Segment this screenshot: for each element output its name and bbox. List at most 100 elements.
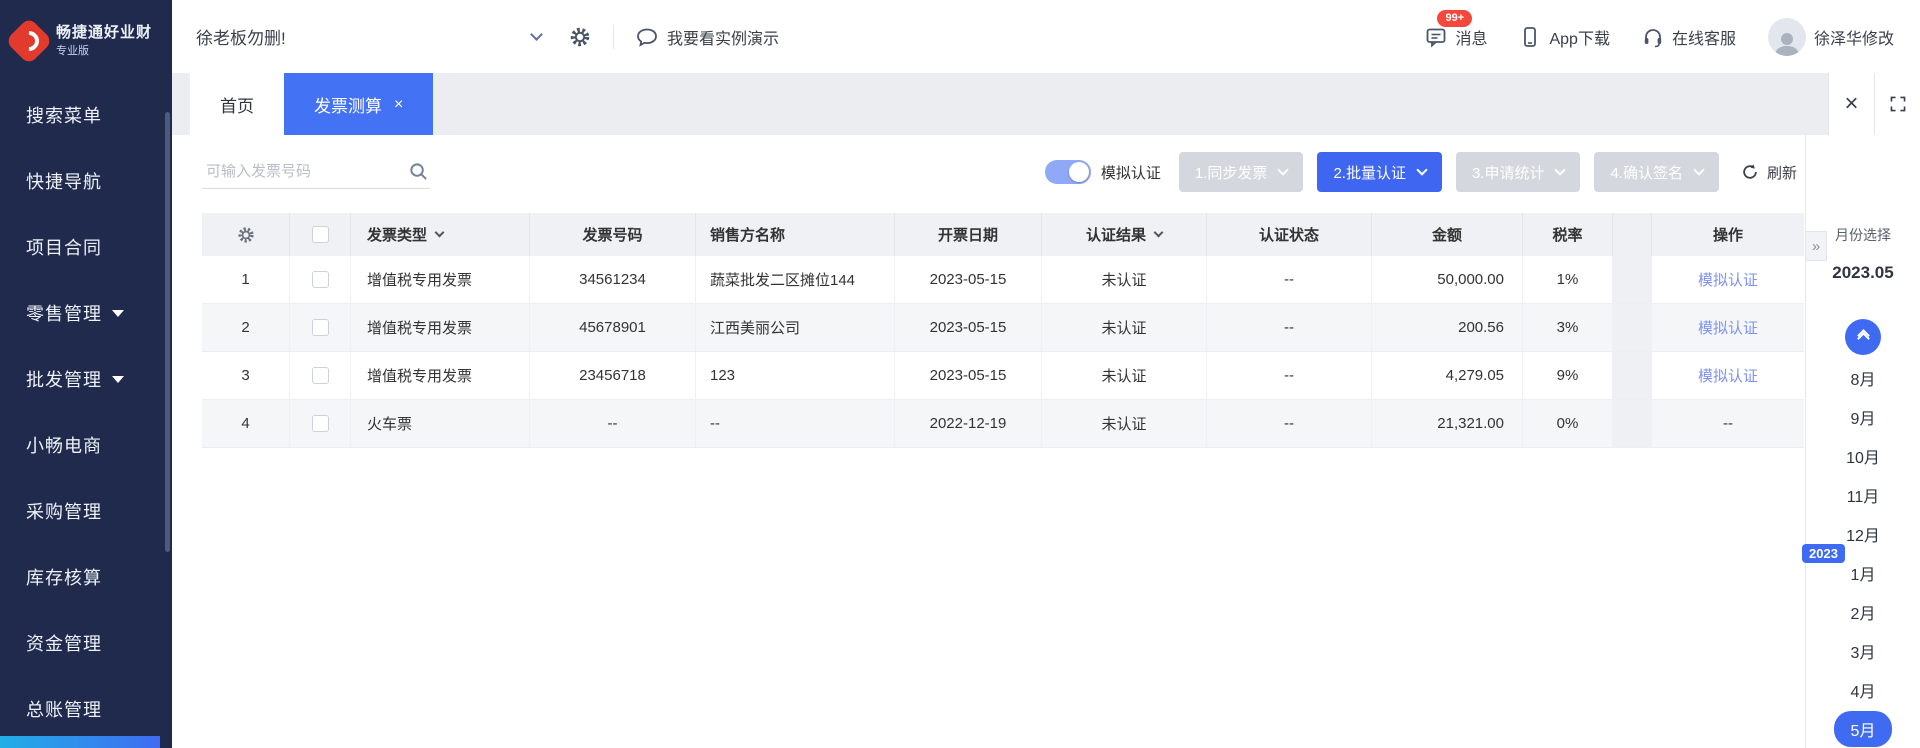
online-support-button[interactable]: 在线客服 [1642, 25, 1736, 49]
sidebar-item-label: 零售管理 [26, 304, 102, 324]
cell-amount: 50,000.00 [1372, 256, 1523, 303]
header-tax: 税率 [1523, 213, 1613, 256]
confirm-sign-button[interactable]: 4.确认签名 [1594, 152, 1719, 192]
settings-gear-button[interactable] [569, 26, 591, 48]
demo-video-link[interactable]: 我要看实例演示 [636, 25, 779, 49]
month-item[interactable]: 2月 [1806, 592, 1920, 631]
app-logo-icon [4, 16, 54, 66]
header-label: 认证结果 [1085, 227, 1146, 244]
sidebar-item-label: 资金管理 [26, 634, 102, 654]
fullscreen-button[interactable] [1874, 73, 1920, 135]
tabbar-spacer [172, 73, 190, 135]
cell-result: 未认证 [1042, 304, 1207, 351]
column-settings-button[interactable] [202, 213, 290, 256]
cell-spacer [1613, 304, 1652, 351]
month-item[interactable]: 3月 [1806, 631, 1920, 670]
messages-button[interactable]: 99+ 消息 [1425, 9, 1487, 49]
divider [613, 24, 614, 49]
header-action: 操作 [1652, 213, 1804, 256]
user-menu[interactable]: 徐泽华修改 [1767, 17, 1894, 56]
row-index: 2 [202, 304, 290, 351]
month-panel-title: 月份选择 [1835, 227, 1891, 243]
confirm-sign-label: 4.确认签名 [1610, 164, 1683, 182]
tab-home[interactable]: 首页 [190, 73, 284, 135]
simulate-auth-toggle[interactable] [1044, 160, 1091, 184]
sidebar-item-search-menu[interactable]: 搜索菜单 [0, 82, 172, 148]
sidebar-item-inventory[interactable]: 库存核算 [0, 544, 172, 610]
month-item[interactable]: 10月 [1806, 436, 1920, 475]
sidebar-item-retail[interactable]: 零售管理 [0, 280, 172, 346]
cell-invoice-no: -- [530, 400, 696, 447]
tab-invoice-calc[interactable]: 发票测算 [284, 73, 434, 135]
headset-icon [1644, 28, 1662, 47]
sidebar-item-ecommerce[interactable]: 小畅电商 [0, 412, 172, 478]
cell-amount: 4,279.05 [1372, 352, 1523, 399]
cell-tax: 9% [1523, 352, 1613, 399]
sidebar-item-general-ledger[interactable]: 总账管理 [0, 676, 172, 742]
cell-result: 未认证 [1042, 352, 1207, 399]
cell-seller: -- [696, 400, 895, 447]
row-checkbox[interactable] [311, 415, 329, 432]
sidebar-bottom-highlight [0, 736, 160, 748]
header-result[interactable]: 认证结果 [1042, 213, 1207, 256]
tab-close-icon[interactable] [394, 94, 403, 114]
chevron-down-icon [1554, 164, 1567, 176]
header-label: 认证状态 [1258, 227, 1319, 244]
simulate-auth-link[interactable]: 模拟认证 [1652, 352, 1804, 399]
sync-invoice-label: 1.同步发票 [1194, 164, 1268, 182]
table-row[interactable]: 2 增值税专用发票 45678901 江西美丽公司 2023-05-15 未认证… [202, 304, 1804, 352]
fullscreen-icon [1890, 96, 1905, 112]
company-selector[interactable]: 徐老板勿删! [196, 24, 543, 49]
apply-stats-button[interactable]: 3.申请统计 [1455, 152, 1581, 192]
sidebar: 畅捷通好业财 专业版 搜索菜单 快捷导航 项目合同 零售管理 批发管理 小畅电商… [0, 0, 172, 748]
search-input[interactable] [204, 162, 409, 181]
search-icon[interactable] [409, 162, 428, 181]
scroll-months-up-button[interactable] [1845, 319, 1881, 355]
app-name: 畅捷通好业财 [56, 23, 153, 41]
close-panel-button[interactable] [1828, 73, 1874, 135]
cell-invoice-no: 23456718 [530, 352, 696, 399]
month-item-selected[interactable]: 5月 [1806, 709, 1920, 748]
user-name: 徐泽华修改 [1813, 30, 1894, 48]
sidebar-item-funds[interactable]: 资金管理 [0, 610, 172, 676]
header-label: 操作 [1712, 227, 1743, 244]
table-row[interactable]: 3 增值税专用发票 23456718 123 2023-05-15 未认证 --… [202, 352, 1804, 400]
month-item[interactable]: 9月 [1806, 397, 1920, 436]
table-row[interactable]: 4 火车票 -- -- 2022-12-19 未认证 -- 21,321.00 … [202, 400, 1804, 448]
month-item[interactable]: 11月 [1806, 475, 1920, 514]
sidebar-item-quick-nav[interactable]: 快捷导航 [0, 148, 172, 214]
sidebar-item-purchase[interactable]: 采购管理 [0, 478, 172, 544]
cell-spacer [1613, 352, 1652, 399]
month-label: 11月 [1846, 488, 1880, 506]
refresh-icon [1743, 164, 1757, 179]
row-checkbox[interactable] [311, 271, 329, 288]
invoice-table: 发票类型 发票号码 销售方名称 开票日期 认证结果 认证状态 金额 税率 操作 … [202, 213, 1804, 448]
header-label: 发票类型 [367, 227, 428, 244]
chevron-down-icon [112, 375, 124, 383]
month-item[interactable]: 4月 [1806, 670, 1920, 709]
header-invoice-type[interactable]: 发票类型 [351, 213, 530, 256]
header-label: 销售方名称 [710, 227, 786, 244]
sidebar-item-label: 库存核算 [26, 568, 102, 588]
app-download-button[interactable]: App下载 [1519, 25, 1610, 49]
table-row[interactable]: 1 增值税专用发票 34561234 蔬菜批发二区摊位144 2023-05-1… [202, 256, 1804, 304]
sync-invoice-button[interactable]: 1.同步发票 [1178, 152, 1304, 192]
app-logo: 畅捷通好业财 专业版 [0, 0, 172, 82]
current-month: 2023.05 [1832, 263, 1894, 282]
cell-date: 2023-05-15 [895, 304, 1042, 351]
simulate-auth-link[interactable]: 模拟认证 [1652, 256, 1804, 303]
month-item[interactable]: 8月 [1806, 358, 1920, 397]
sidebar-item-wholesale[interactable]: 批发管理 [0, 346, 172, 412]
chevron-down-icon [530, 27, 543, 41]
sidebar-item-label: 小畅电商 [26, 436, 102, 456]
row-checkbox[interactable] [311, 319, 329, 336]
simulate-auth-link[interactable]: 模拟认证 [1652, 304, 1804, 351]
table-header-row: 发票类型 发票号码 销售方名称 开票日期 认证结果 认证状态 金额 税率 操作 [202, 213, 1804, 256]
row-checkbox-cell [290, 400, 351, 447]
sidebar-item-project-contract[interactable]: 项目合同 [0, 214, 172, 280]
sidebar-scrollbar[interactable] [165, 112, 170, 552]
row-checkbox[interactable] [311, 367, 329, 384]
refresh-button[interactable]: 刷新 [1741, 162, 1797, 183]
select-all-checkbox[interactable] [311, 226, 329, 243]
batch-auth-button[interactable]: 2.批量认证 [1317, 152, 1442, 192]
